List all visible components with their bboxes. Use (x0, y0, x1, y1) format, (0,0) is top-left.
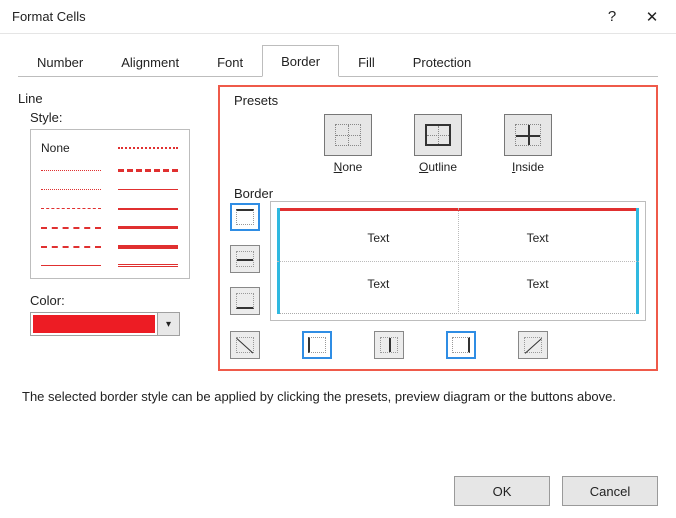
preview-text: Text (527, 277, 549, 291)
chevron-down-icon[interactable]: ▾ (157, 313, 179, 335)
tab-fill[interactable]: Fill (339, 46, 394, 77)
tab-alignment[interactable]: Alignment (102, 46, 198, 77)
line-group-label: Line (18, 91, 198, 106)
preset-outline-label: Outline (419, 160, 457, 174)
border-preview[interactable]: Text Text Text Text (270, 201, 646, 321)
style-list[interactable]: None (30, 129, 190, 279)
style-label: Style: (30, 110, 198, 125)
preset-outline-icon (425, 124, 451, 146)
help-button[interactable]: ? (592, 2, 632, 32)
preset-none-icon (335, 124, 361, 146)
border-bottom-button[interactable] (230, 287, 260, 315)
preview-text: Text (367, 231, 389, 245)
border-diag-down-icon (524, 337, 542, 353)
preview-text: Text (367, 277, 389, 291)
border-hmid-button[interactable] (230, 245, 260, 273)
style-swatch[interactable] (41, 265, 101, 266)
help-text: The selected border style can be applied… (22, 389, 654, 404)
style-swatch[interactable] (118, 208, 178, 210)
style-swatch[interactable] (118, 264, 178, 267)
border-left-icon (308, 337, 326, 353)
tab-border[interactable]: Border (262, 45, 339, 77)
tab-strip: Number Alignment Font Border Fill Protec… (18, 44, 658, 77)
border-diag-down-button[interactable] (518, 331, 548, 359)
border-top-icon (236, 209, 254, 225)
line-panel: Line Style: None Color: (18, 91, 198, 371)
border-label: Border (230, 186, 277, 201)
titlebar: Format Cells ? ✕ (0, 0, 676, 34)
border-right-icon (452, 337, 470, 353)
style-swatch[interactable] (41, 170, 101, 171)
style-swatch[interactable] (118, 245, 178, 249)
style-swatch[interactable] (41, 208, 101, 209)
border-diag-up-icon (236, 337, 254, 353)
presets-label: Presets (230, 93, 282, 108)
cancel-button[interactable]: Cancel (562, 476, 658, 506)
style-swatch[interactable] (41, 189, 101, 190)
border-top-button[interactable] (230, 203, 260, 231)
border-right-button[interactable] (446, 331, 476, 359)
close-icon: ✕ (646, 8, 659, 26)
border-diag-up-button[interactable] (230, 331, 260, 359)
style-swatch[interactable] (41, 227, 101, 229)
border-vmid-icon (380, 337, 398, 353)
tab-font[interactable]: Font (198, 46, 262, 77)
style-swatch[interactable] (118, 147, 178, 149)
border-left-button[interactable] (302, 331, 332, 359)
border-hmid-icon (236, 251, 254, 267)
ok-button[interactable]: OK (454, 476, 550, 506)
preset-inside[interactable]: Inside (498, 114, 558, 174)
preset-outline[interactable]: Outline (408, 114, 468, 174)
preset-none-label: None (334, 160, 363, 174)
preset-none[interactable]: None (318, 114, 378, 174)
style-none-option[interactable]: None (41, 141, 108, 155)
color-label: Color: (30, 293, 198, 308)
border-bottom-icon (236, 293, 254, 309)
tab-protection[interactable]: Protection (394, 46, 491, 77)
style-swatch[interactable] (41, 246, 101, 248)
close-button[interactable]: ✕ (632, 2, 672, 32)
style-swatch[interactable] (118, 169, 178, 172)
preview-hmid (277, 261, 639, 262)
style-swatch[interactable] (118, 226, 178, 229)
border-panel: Presets None Outline Inside Border (218, 85, 658, 371)
preset-inside-icon (515, 124, 541, 146)
style-swatch[interactable] (118, 189, 178, 190)
tab-number[interactable]: Number (18, 46, 102, 77)
preview-text: Text (527, 231, 549, 245)
color-picker[interactable]: ▾ (30, 312, 180, 336)
color-swatch (33, 315, 155, 333)
window-title: Format Cells (12, 9, 592, 24)
border-vmid-button[interactable] (374, 331, 404, 359)
preset-inside-label: Inside (512, 160, 544, 174)
